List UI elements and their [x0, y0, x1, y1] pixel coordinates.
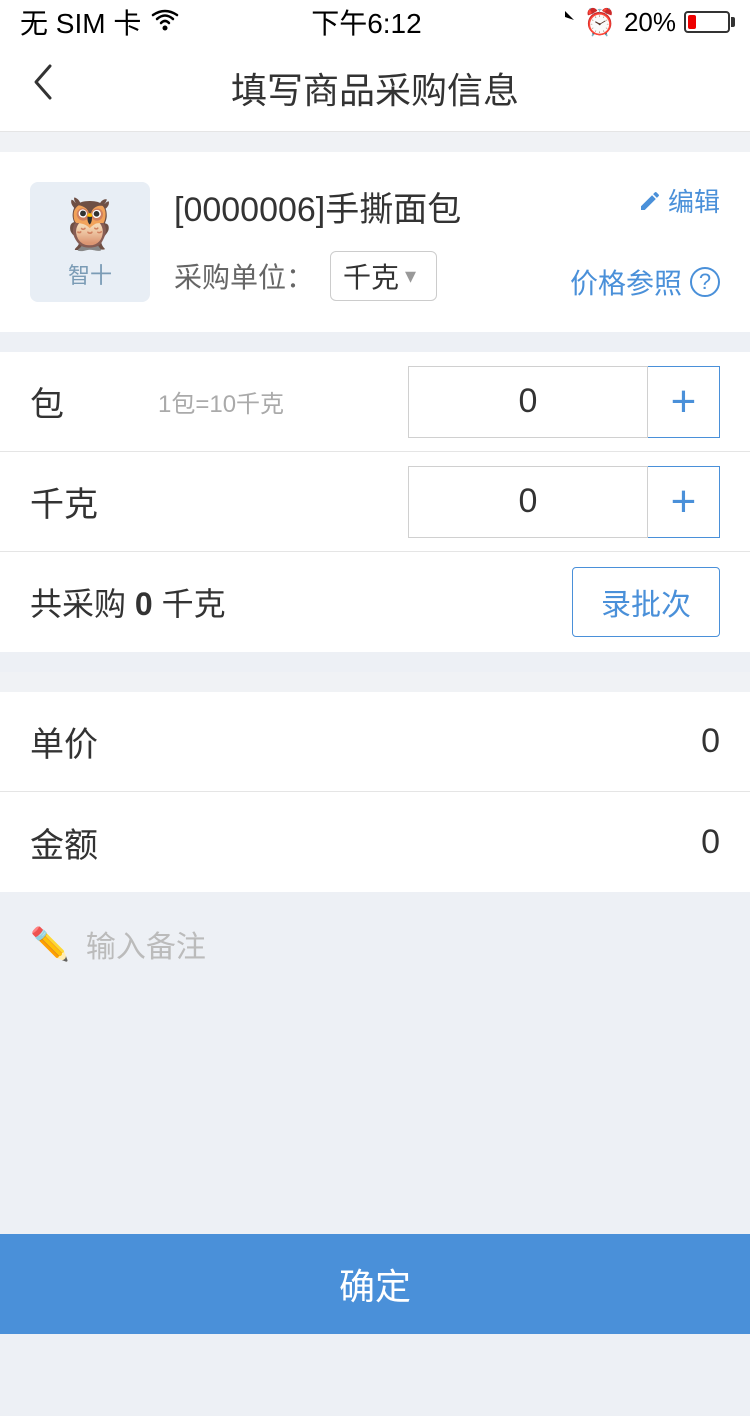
kg-input[interactable]: 0 — [408, 466, 648, 538]
location-icon — [554, 7, 576, 38]
page-title: 填写商品采购信息 — [231, 62, 519, 114]
bao-input[interactable]: 0 — [408, 366, 648, 438]
unit-price-value: 0 — [701, 722, 720, 761]
empty-area — [0, 996, 750, 1416]
chevron-down-icon: ▾ — [405, 263, 416, 289]
battery-fill — [688, 15, 696, 29]
edit-label: 编辑 — [668, 182, 720, 219]
wifi-icon — [151, 6, 179, 38]
help-icon: ? — [690, 267, 720, 297]
pencil-icon: ✏️ — [30, 925, 70, 963]
time-display: 下午6:12 — [311, 2, 422, 42]
carrier-text: 无 SIM 卡 — [20, 2, 141, 42]
kg-plus-button[interactable]: + — [648, 466, 720, 538]
section-divider-2 — [0, 652, 750, 672]
product-owl-icon: 🦉 — [59, 195, 121, 254]
quantity-section: 包 1包=10千克 0 + 千克 0 + — [0, 352, 750, 552]
product-card: 🦉 智十 [0000006]手撕面包 采购单位： 千克 ▾ 编辑 价格参照 ? — [0, 152, 750, 332]
kg-label: 千克 — [30, 477, 150, 526]
bao-row: 包 1包=10千克 0 + — [0, 352, 750, 452]
confirm-button[interactable]: 确定 — [0, 1234, 750, 1334]
amount-label: 金额 — [30, 818, 98, 867]
purchase-unit-label: 采购单位： — [174, 256, 314, 296]
kg-row: 千克 0 + — [0, 452, 750, 552]
section-divider-1 — [0, 332, 750, 352]
status-left: 无 SIM 卡 — [20, 2, 179, 42]
back-button[interactable] — [30, 62, 74, 113]
status-bar: 无 SIM 卡 下午6:12 ⏰ 20% — [0, 0, 750, 44]
info-section: 单价 0 金额 0 — [0, 692, 750, 892]
total-row: 共采购 0 千克 录批次 — [0, 552, 750, 652]
total-unit: 千克 — [162, 586, 226, 622]
note-placeholder: 输入备注 — [86, 922, 206, 966]
battery-percent: 20% — [624, 7, 676, 38]
amount-row: 金额 0 — [0, 792, 750, 892]
edit-button[interactable]: 编辑 — [638, 182, 720, 219]
price-ref-label: 价格参照 — [570, 262, 682, 302]
total-prefix: 共采购 — [30, 586, 126, 622]
unit-value: 千克 — [343, 256, 399, 296]
bao-qty-group: 0 + — [408, 366, 720, 438]
bao-plus-button[interactable]: + — [648, 366, 720, 438]
nav-bar: 填写商品采购信息 — [0, 44, 750, 132]
product-image: 🦉 智十 — [30, 182, 150, 302]
unit-select[interactable]: 千克 ▾ — [330, 251, 437, 301]
status-right: ⏰ 20% — [554, 7, 730, 38]
alarm-icon: ⏰ — [584, 7, 616, 38]
amount-value: 0 — [701, 823, 720, 862]
kg-qty-group: 0 + — [408, 466, 720, 538]
battery-icon — [684, 11, 730, 33]
product-image-label: 智十 — [68, 258, 112, 290]
bao-sublabel: 1包=10千克 — [158, 384, 284, 419]
bao-label: 包 — [30, 377, 150, 426]
price-ref-button[interactable]: 价格参照 ? — [570, 262, 720, 302]
note-section[interactable]: ✏️ 输入备注 — [0, 892, 750, 996]
unit-price-label: 单价 — [30, 717, 98, 766]
total-label: 共采购 0 千克 — [30, 579, 226, 625]
unit-price-row: 单价 0 — [0, 692, 750, 792]
batch-button[interactable]: 录批次 — [572, 567, 720, 637]
total-value: 0 — [135, 586, 162, 622]
